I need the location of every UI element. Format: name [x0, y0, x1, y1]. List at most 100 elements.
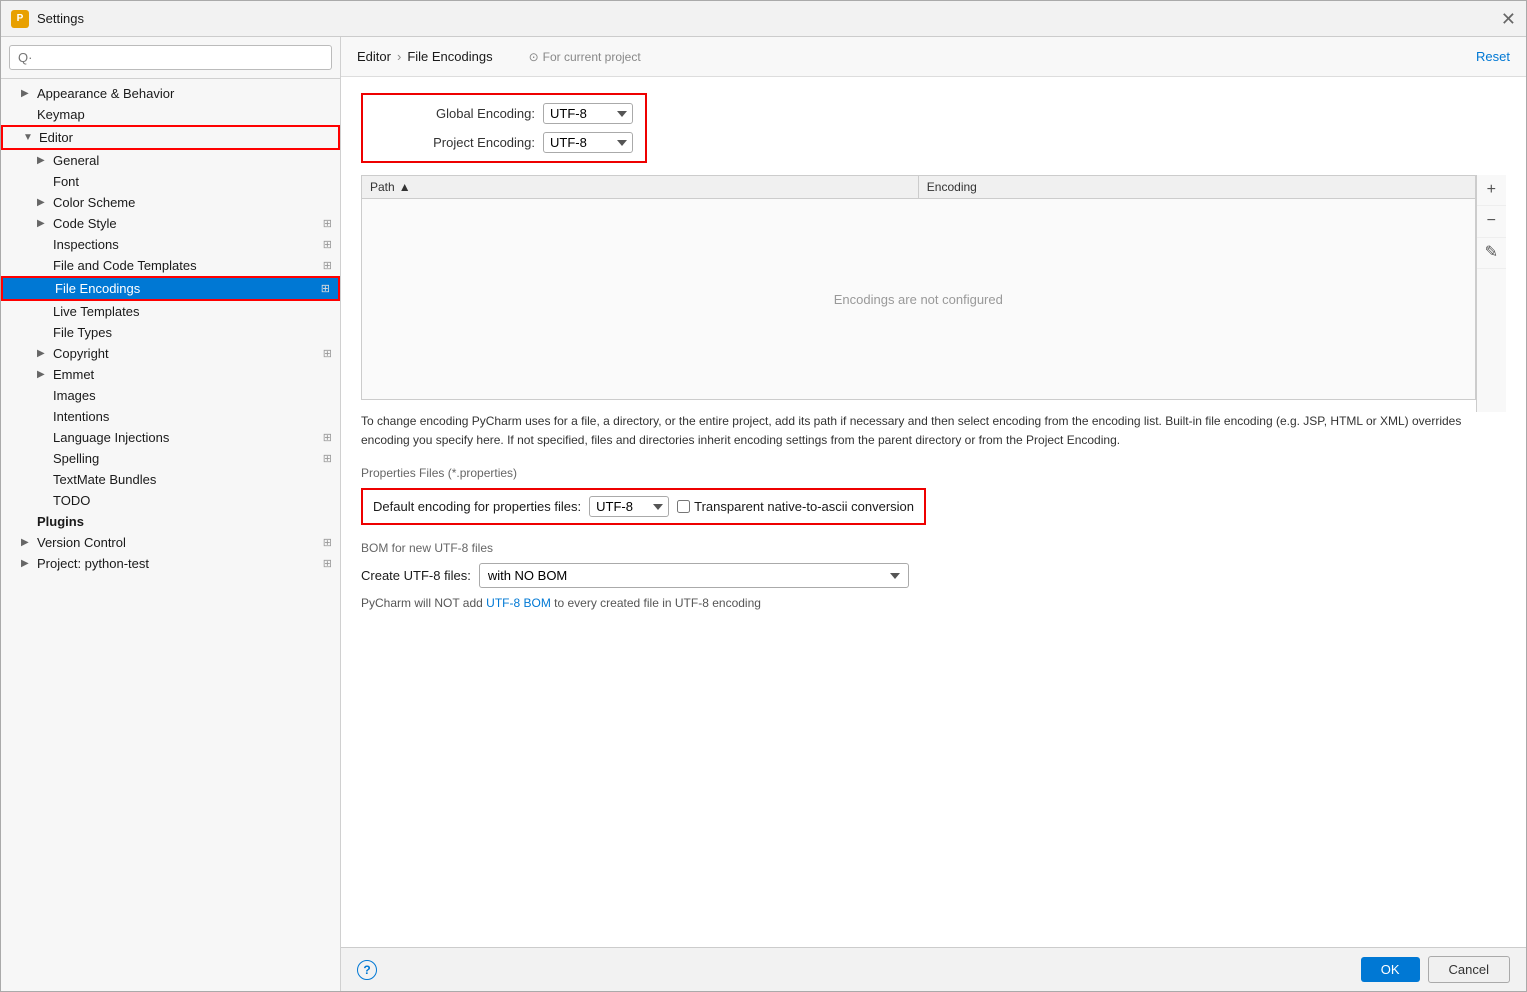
panel-hint: ⊙ For current project	[529, 50, 641, 64]
sidebar-item-language-injections[interactable]: Language Injections ⊞	[1, 427, 340, 448]
sidebar-item-intentions[interactable]: Intentions	[1, 406, 340, 427]
sidebar-item-label: General	[53, 153, 332, 168]
sidebar-tree: ▶ Appearance & Behavior Keymap ▼ Editor …	[1, 79, 340, 991]
sidebar-item-label: Copyright	[53, 346, 319, 361]
encoding-table-wrapper: Path ▲ Encoding Encodings are not config…	[361, 175, 1506, 412]
sidebar: ▶ Appearance & Behavior Keymap ▼ Editor …	[1, 37, 341, 991]
sidebar-item-label: File and Code Templates	[53, 258, 319, 273]
encoding-table: Path ▲ Encoding Encodings are not config…	[361, 175, 1476, 400]
copy-icon: ⊞	[323, 431, 332, 444]
transparent-label-text: Transparent native-to-ascii conversion	[694, 499, 914, 514]
sidebar-item-live-templates[interactable]: Live Templates	[1, 301, 340, 322]
sidebar-item-project[interactable]: ▶ Project: python-test ⊞	[1, 553, 340, 574]
path-header-label: Path	[370, 180, 395, 194]
copy-icon: ⊞	[323, 452, 332, 465]
sidebar-item-label: TextMate Bundles	[53, 472, 332, 487]
properties-encoding-select[interactable]: UTF-8	[589, 496, 669, 517]
panel-body: Global Encoding: UTF-8 Project Encoding:…	[341, 77, 1526, 947]
sidebar-item-version-control[interactable]: ▶ Version Control ⊞	[1, 532, 340, 553]
sidebar-item-label: Color Scheme	[53, 195, 332, 210]
sidebar-item-label: Font	[53, 174, 332, 189]
edit-row-button[interactable]: ✎	[1477, 238, 1506, 269]
search-input[interactable]	[9, 45, 332, 70]
sidebar-item-label: Code Style	[53, 216, 319, 231]
help-button[interactable]: ?	[357, 960, 377, 980]
project-encoding-select[interactable]: UTF-8	[543, 132, 633, 153]
sidebar-item-label: Appearance & Behavior	[37, 86, 332, 101]
table-header: Path ▲ Encoding	[362, 176, 1475, 199]
sidebar-item-file-and-code-templates[interactable]: File and Code Templates ⊞	[1, 255, 340, 276]
breadcrumb-separator-icon: ›	[397, 49, 401, 64]
sidebar-item-spelling[interactable]: Spelling ⊞	[1, 448, 340, 469]
title-bar-left: P Settings	[11, 10, 84, 28]
settings-dialog: P Settings ✕ ▶ Appearance & Behavior Key…	[0, 0, 1527, 992]
bom-hint-prefix: PyCharm will NOT add	[361, 596, 486, 610]
sidebar-item-label: Intentions	[53, 409, 332, 424]
search-bar	[1, 37, 340, 79]
global-encoding-select[interactable]: UTF-8	[543, 103, 633, 124]
dialog-title: Settings	[37, 11, 84, 26]
sidebar-item-color-scheme[interactable]: ▶ Color Scheme	[1, 192, 340, 213]
breadcrumb-area: Editor › File Encodings ⊙ For current pr…	[357, 49, 641, 64]
hint-icon: ⊙	[529, 50, 539, 64]
expand-arrow-icon: ▶	[37, 348, 53, 359]
sidebar-item-copyright[interactable]: ▶ Copyright ⊞	[1, 343, 340, 364]
sidebar-item-inspections[interactable]: Inspections ⊞	[1, 234, 340, 255]
sidebar-item-textmate-bundles[interactable]: TextMate Bundles	[1, 469, 340, 490]
info-text: To change encoding PyCharm uses for a fi…	[361, 412, 1506, 450]
expand-arrow-icon: ▶	[37, 369, 53, 380]
expand-arrow-icon: ▶	[21, 88, 37, 99]
sidebar-item-code-style[interactable]: ▶ Code Style ⊞	[1, 213, 340, 234]
transparent-checkbox-label[interactable]: Transparent native-to-ascii conversion	[677, 499, 914, 514]
sort-icon: ▲	[399, 180, 411, 194]
sidebar-item-label: Live Templates	[53, 304, 332, 319]
sidebar-item-editor[interactable]: ▼ Editor	[1, 125, 340, 150]
breadcrumb: Editor › File Encodings	[357, 49, 493, 64]
remove-row-button[interactable]: −	[1477, 206, 1506, 237]
bom-hint: PyCharm will NOT add UTF-8 BOM to every …	[361, 596, 1506, 610]
sidebar-item-appearance[interactable]: ▶ Appearance & Behavior	[1, 83, 340, 104]
sidebar-item-plugins[interactable]: Plugins	[1, 511, 340, 532]
close-button[interactable]: ✕	[1501, 10, 1516, 28]
breadcrumb-editor: Editor	[357, 49, 391, 64]
expand-arrow-icon: ▼	[23, 132, 39, 143]
copy-icon: ⊞	[323, 238, 332, 251]
copy-icon: ⊞	[323, 259, 332, 272]
cancel-button[interactable]: Cancel	[1428, 956, 1510, 983]
sidebar-item-label: Version Control	[37, 535, 319, 550]
add-row-button[interactable]: +	[1477, 175, 1506, 206]
sidebar-item-keymap[interactable]: Keymap	[1, 104, 340, 125]
sidebar-item-label: Emmet	[53, 367, 332, 382]
sidebar-item-file-encodings[interactable]: File Encodings ⊞	[1, 276, 340, 301]
dialog-footer: ? OK Cancel	[341, 947, 1526, 991]
empty-table-text: Encodings are not configured	[834, 292, 1003, 307]
sidebar-item-todo[interactable]: TODO	[1, 490, 340, 511]
sidebar-item-label: TODO	[53, 493, 332, 508]
copy-icon: ⊞	[321, 282, 330, 295]
sidebar-item-label: Editor	[39, 130, 330, 145]
sidebar-item-label: Spelling	[53, 451, 319, 466]
sidebar-item-file-types[interactable]: File Types	[1, 322, 340, 343]
sidebar-item-label: File Types	[53, 325, 332, 340]
bom-select[interactable]: with NO BOM with BOM	[479, 563, 909, 588]
expand-arrow-icon: ▶	[37, 218, 53, 229]
reset-button[interactable]: Reset	[1476, 49, 1510, 64]
table-side-buttons: + − ✎	[1476, 175, 1506, 412]
expand-arrow-icon: ▶	[21, 558, 37, 569]
panel-header: Editor › File Encodings ⊙ For current pr…	[341, 37, 1526, 77]
encoding-header-label: Encoding	[927, 180, 977, 194]
ok-button[interactable]: OK	[1361, 957, 1420, 982]
properties-row: Default encoding for properties files: U…	[361, 488, 926, 525]
sidebar-item-images[interactable]: Images	[1, 385, 340, 406]
transparent-checkbox[interactable]	[677, 500, 690, 513]
bom-section-label: BOM for new UTF-8 files	[361, 541, 1506, 555]
sidebar-item-general[interactable]: ▶ General	[1, 150, 340, 171]
app-icon: P	[11, 10, 29, 28]
sidebar-item-font[interactable]: Font	[1, 171, 340, 192]
sidebar-item-label: Language Injections	[53, 430, 319, 445]
right-panel: Editor › File Encodings ⊙ For current pr…	[341, 37, 1526, 991]
footer-help: ?	[357, 960, 1353, 980]
sidebar-item-emmet[interactable]: ▶ Emmet	[1, 364, 340, 385]
sidebar-item-label: Project: python-test	[37, 556, 319, 571]
bom-hint-link[interactable]: UTF-8 BOM	[486, 596, 551, 610]
